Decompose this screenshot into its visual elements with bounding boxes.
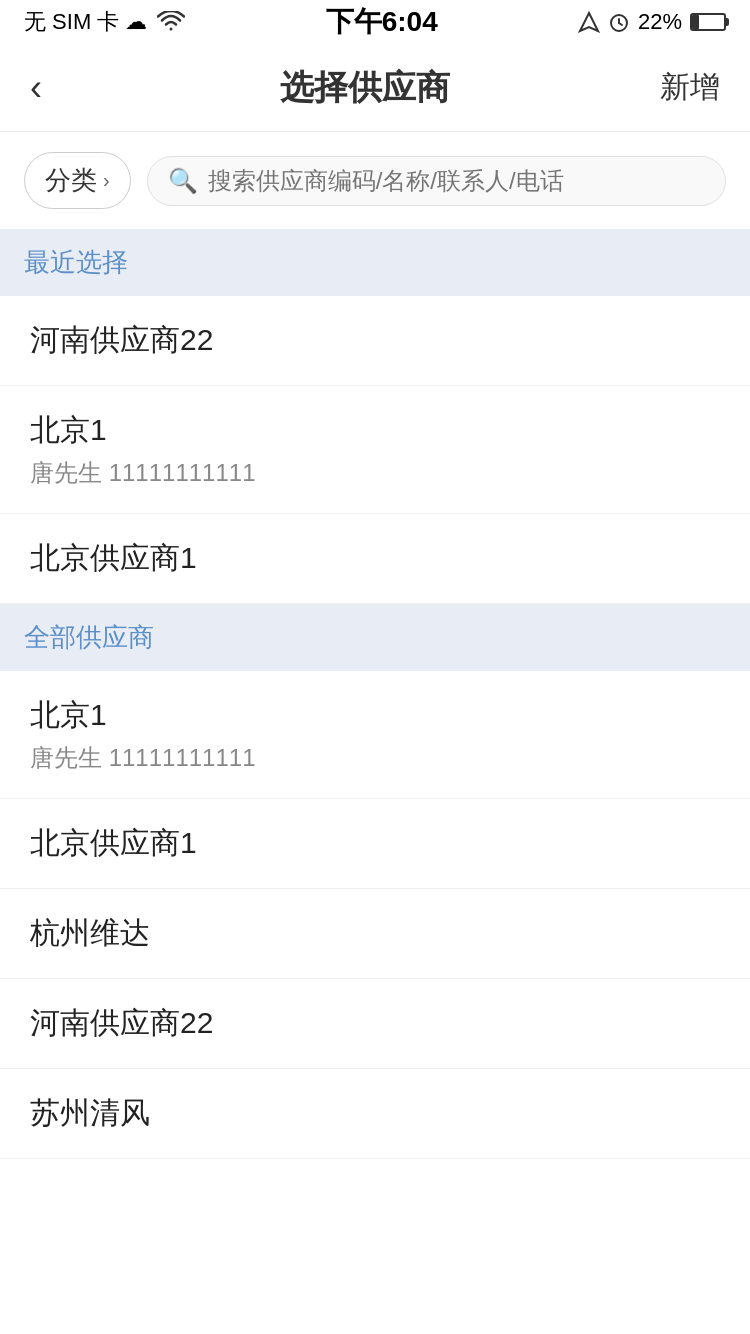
- category-button[interactable]: 分类 ›: [24, 152, 131, 209]
- svg-line-3: [619, 23, 622, 25]
- list-item[interactable]: 北京1 唐先生 11111111111: [0, 386, 750, 514]
- list-item[interactable]: 河南供应商22: [0, 296, 750, 386]
- wifi-icon: [157, 11, 185, 33]
- item-name: 苏州清风: [30, 1093, 720, 1134]
- battery-icon: [690, 13, 726, 31]
- item-name: 河南供应商22: [30, 1003, 720, 1044]
- search-input[interactable]: [208, 167, 705, 195]
- sim-status: 无 SIM 卡 ☁: [24, 7, 147, 37]
- page-title: 选择供应商: [90, 65, 640, 111]
- item-sub: 唐先生 11111111111: [30, 742, 720, 774]
- chevron-right-icon: ›: [103, 169, 110, 192]
- recent-section-header: 最近选择: [0, 229, 750, 296]
- item-name: 北京1: [30, 695, 720, 736]
- list-item[interactable]: 北京供应商1: [0, 514, 750, 604]
- item-name: 杭州维达: [30, 913, 720, 954]
- back-button[interactable]: ‹: [30, 67, 90, 109]
- add-button[interactable]: 新增: [640, 67, 720, 108]
- status-time: 下午6:04: [326, 3, 438, 41]
- search-box[interactable]: 🔍: [147, 156, 726, 206]
- filter-bar: 分类 › 🔍: [0, 132, 750, 229]
- category-label: 分类: [45, 163, 97, 198]
- nav-bar: ‹ 选择供应商 新增: [0, 44, 750, 132]
- status-bar: 无 SIM 卡 ☁ 下午6:04 22%: [0, 0, 750, 44]
- all-section-header: 全部供应商: [0, 604, 750, 671]
- list-item[interactable]: 河南供应商22: [0, 979, 750, 1069]
- search-icon: 🔍: [168, 167, 198, 195]
- status-right: 22%: [578, 9, 726, 35]
- item-name: 北京供应商1: [30, 538, 720, 579]
- list-item[interactable]: 北京供应商1: [0, 799, 750, 889]
- item-name: 北京供应商1: [30, 823, 720, 864]
- list-item[interactable]: 苏州清风: [0, 1069, 750, 1159]
- list-item[interactable]: 杭州维达: [0, 889, 750, 979]
- recent-list: 河南供应商22 北京1 唐先生 11111111111 北京供应商1: [0, 296, 750, 604]
- item-name: 河南供应商22: [30, 320, 720, 361]
- all-list: 北京1 唐先生 11111111111 北京供应商1 杭州维达河南供应商22 苏州清风: [0, 671, 750, 1159]
- item-sub: 唐先生 11111111111: [30, 457, 720, 489]
- svg-marker-0: [580, 13, 598, 31]
- alarm-icon: [608, 11, 630, 33]
- location-icon: [578, 11, 600, 33]
- list-item[interactable]: 北京1 唐先生 11111111111: [0, 671, 750, 799]
- status-left: 无 SIM 卡 ☁: [24, 7, 185, 37]
- recent-section-label: 最近选择: [24, 247, 128, 277]
- item-name: 北京1: [30, 410, 720, 451]
- battery-percent: 22%: [638, 9, 682, 35]
- all-section-label: 全部供应商: [24, 622, 154, 652]
